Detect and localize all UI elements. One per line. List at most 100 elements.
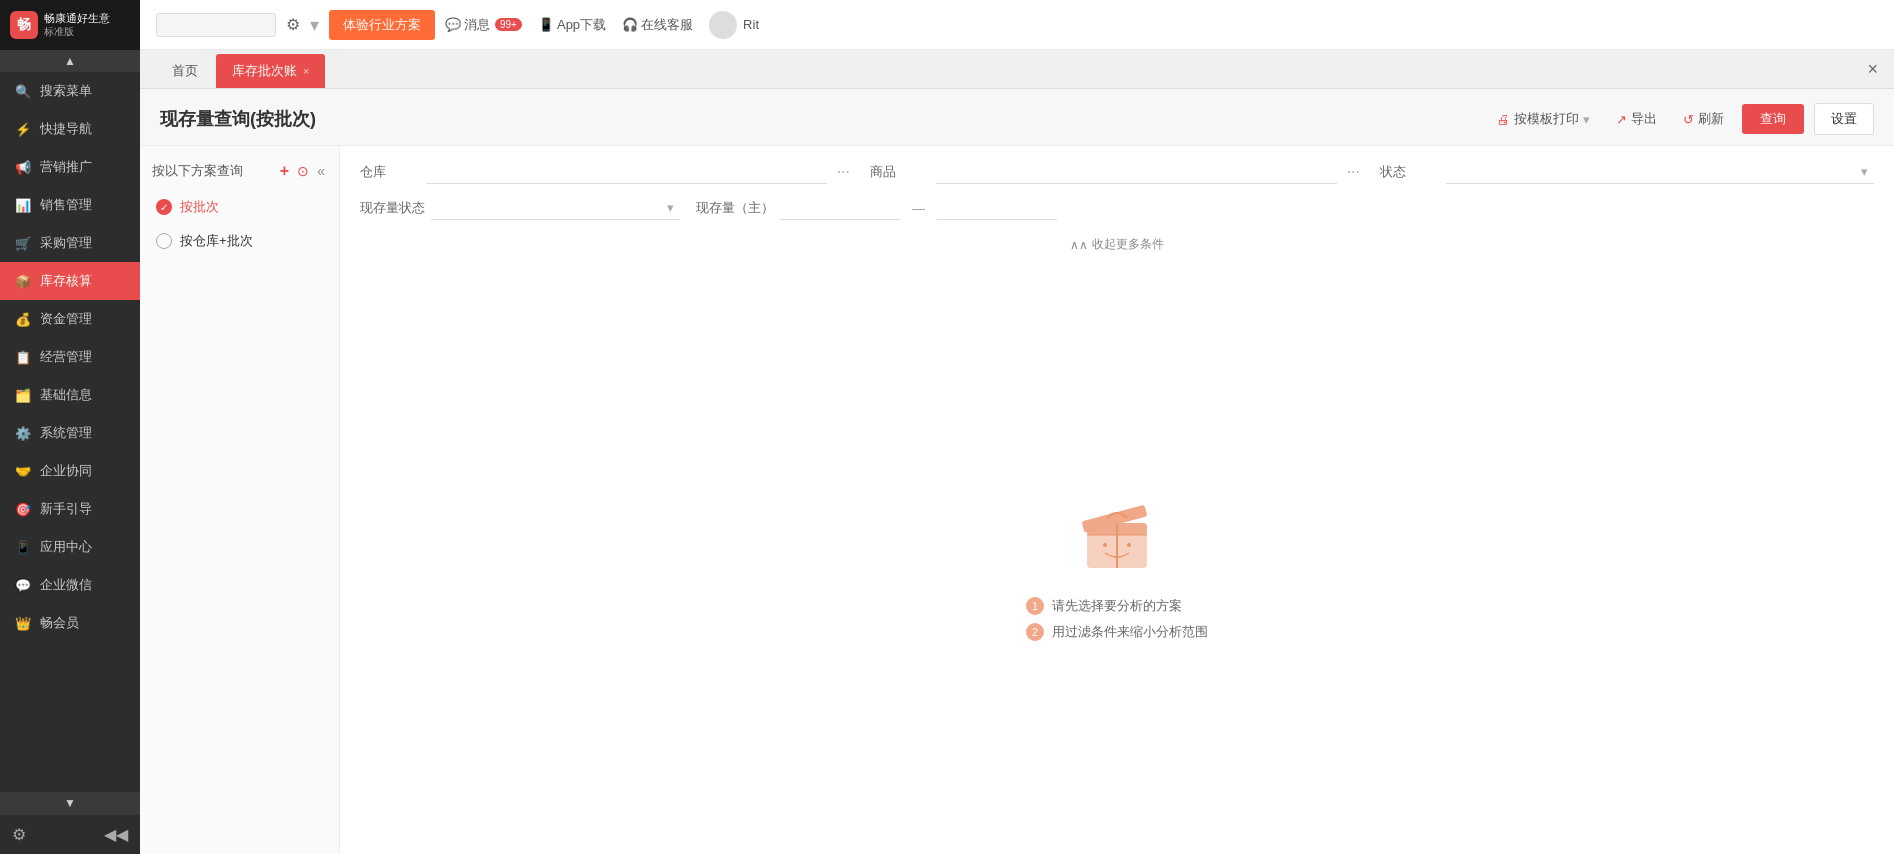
warehouse-input[interactable]	[426, 160, 827, 184]
close-tab-btn[interactable]: ×	[1867, 59, 1878, 80]
headset-icon: 🎧	[622, 17, 638, 32]
sidebar-item-purchase[interactable]: 🛒 采购管理	[0, 224, 140, 262]
print-template-btn[interactable]: 🖨 按模板打印 ▾	[1489, 106, 1598, 132]
crown-icon: 👑	[14, 614, 32, 632]
online-service-btn[interactable]: 🎧 在线客服	[622, 16, 693, 34]
sidebar-item-label: 新手引导	[40, 500, 92, 518]
stock-qty-max-input[interactable]	[937, 196, 1057, 220]
scheme-label-by-warehouse-batch: 按仓库+批次	[180, 232, 253, 250]
add-scheme-btn[interactable]: +	[278, 160, 291, 182]
collapse-filter-btn[interactable]: ∧∧ 收起更多条件	[360, 232, 1874, 257]
sidebar-item-sales[interactable]: 📊 销售管理	[0, 186, 140, 224]
stock-qty-min-input[interactable]	[780, 196, 900, 220]
inactive-scheme-dot	[156, 233, 172, 249]
tip-text-2: 用过滤条件来缩小分析范围	[1052, 623, 1208, 641]
username-label: Rit	[743, 17, 759, 32]
status-label: 状态	[1380, 163, 1440, 181]
search-input[interactable]	[156, 13, 276, 37]
collapse-left-panel-btn[interactable]: «	[315, 160, 327, 182]
topbar: ⚙ ▾ 体验行业方案 💬 消息 99+ 📱 App下载 🎧 在线客服 Rit	[140, 0, 1894, 50]
warehouse-more-btn[interactable]: ···	[833, 163, 854, 181]
product-input[interactable]	[936, 160, 1337, 184]
sidebar-item-basics[interactable]: 🗂️ 基础信息	[0, 376, 140, 414]
sidebar-item-wechat[interactable]: 💬 企业微信	[0, 566, 140, 604]
app-download-btn[interactable]: 📱 App下载	[538, 16, 606, 34]
wechat-icon: 💬	[14, 576, 32, 594]
right-panel: 仓库 ··· 商品 ··· 状态	[340, 146, 1894, 854]
app-logo: 畅	[10, 11, 38, 39]
avatar	[709, 11, 737, 39]
sidebar-item-label: 搜索菜单	[40, 82, 92, 100]
export-btn[interactable]: ↗ 导出	[1608, 106, 1665, 132]
gear-icon-btn[interactable]: ⚙	[286, 15, 300, 34]
tab-inventory-batch[interactable]: 库存批次账 ×	[216, 54, 325, 88]
speaker-icon: 📢	[14, 158, 32, 176]
sidebar-item-search[interactable]: 🔍 搜索菜单	[0, 72, 140, 110]
trial-btn[interactable]: 体验行业方案	[329, 10, 435, 40]
tab-inventory-batch-label: 库存批次账	[232, 62, 297, 80]
tip-num-2: 2	[1026, 623, 1044, 641]
sidebar-scroll-up[interactable]: ▲	[0, 50, 140, 72]
sidebar-item-enterprise[interactable]: 🤝 企业协同	[0, 452, 140, 490]
stock-status-select[interactable]: ▾	[431, 196, 680, 220]
money-icon: 💰	[14, 310, 32, 328]
left-panel: 按以下方案查询 + ⊙ « ✓ 按批次 按仓库+批次	[140, 146, 340, 854]
content-body: 按以下方案查询 + ⊙ « ✓ 按批次 按仓库+批次	[140, 146, 1894, 854]
sidebar-scroll-down[interactable]: ▼	[0, 792, 140, 814]
refresh-btn[interactable]: ↺ 刷新	[1675, 106, 1732, 132]
dropdown-arrow-btn[interactable]: ▾	[310, 14, 319, 36]
settings-icon-btn[interactable]: ⚙	[10, 823, 28, 846]
sidebar-item-label: 企业协同	[40, 462, 92, 480]
collapse-arrows-icon: ∧∧	[1070, 238, 1088, 252]
sidebar-item-operations[interactable]: 📋 经营管理	[0, 338, 140, 376]
mobile-icon: 📱	[14, 538, 32, 556]
scheme-settings-btn[interactable]: ⊙	[295, 160, 311, 182]
refresh-label: 刷新	[1698, 110, 1724, 128]
main-area: ⚙ ▾ 体验行业方案 💬 消息 99+ 📱 App下载 🎧 在线客服 Rit	[140, 0, 1894, 854]
stock-qty-label: 现存量（主）	[696, 199, 774, 217]
sidebar-item-label: 应用中心	[40, 538, 92, 556]
sidebar-item-appstore[interactable]: 📱 应用中心	[0, 528, 140, 566]
sidebar-item-label: 资金管理	[40, 310, 92, 328]
handshake-icon: 🤝	[14, 462, 32, 480]
app-edition: 标准版	[44, 25, 110, 39]
warehouse-filter: 仓库 ···	[360, 160, 854, 184]
app-download-label: App下载	[557, 16, 606, 34]
status-select[interactable]: ▾	[1446, 160, 1874, 184]
status-filter: 状态 ▾	[1380, 160, 1874, 184]
sidebar-item-newbie[interactable]: 🎯 新手引导	[0, 490, 140, 528]
sidebar-item-label: 销售管理	[40, 196, 92, 214]
empty-illustration	[1067, 483, 1167, 583]
tab-close-icon[interactable]: ×	[303, 65, 309, 77]
sidebar-item-label: 营销推广	[40, 158, 92, 176]
sidebar-item-finance[interactable]: 💰 资金管理	[0, 300, 140, 338]
target-icon: 🎯	[14, 500, 32, 518]
print-dropdown-arrow: ▾	[1583, 112, 1590, 127]
sidebar-header: 畅 畅康通好生意 标准版	[0, 0, 140, 50]
product-more-btn[interactable]: ···	[1343, 163, 1364, 181]
sidebar-item-label: 企业微信	[40, 576, 92, 594]
settings-btn[interactable]: 设置	[1814, 103, 1874, 135]
sidebar-item-quick[interactable]: ⚡ 快捷导航	[0, 110, 140, 148]
sidebar-item-marketing[interactable]: 📢 营销推广	[0, 148, 140, 186]
sidebar-item-label: 采购管理	[40, 234, 92, 252]
user-profile-btn[interactable]: Rit	[709, 11, 759, 39]
messages-btn[interactable]: 💬 消息 99+	[445, 16, 522, 34]
product-label: 商品	[870, 163, 930, 181]
sidebar-item-label: 经营管理	[40, 348, 92, 366]
sidebar-item-system[interactable]: ⚙️ 系统管理	[0, 414, 140, 452]
sidebar: 畅 畅康通好生意 标准版 ▲ 🔍 搜索菜单 ⚡ 快捷导航 📢 营销推广 📊 销售…	[0, 0, 140, 854]
sidebar-item-member[interactable]: 👑 畅会员	[0, 604, 140, 642]
active-scheme-dot: ✓	[156, 199, 172, 215]
sidebar-item-inventory[interactable]: 📦 库存核算	[0, 262, 140, 300]
lightning-icon: ⚡	[14, 120, 32, 138]
scheme-header-label: 按以下方案查询	[152, 162, 243, 180]
query-btn[interactable]: 查询	[1742, 104, 1804, 134]
page-header: 现存量查询(按批次) 🖨 按模板打印 ▾ ↗ 导出 ↺ 刷新 查询 设置	[140, 89, 1894, 146]
scheme-item-by-batch[interactable]: ✓ 按批次	[140, 190, 339, 224]
svg-point-6	[1127, 543, 1131, 547]
collapse-sidebar-btn[interactable]: ◀◀	[102, 823, 130, 846]
scheme-item-by-warehouse-batch[interactable]: 按仓库+批次	[140, 224, 339, 258]
tab-home[interactable]: 首页	[156, 54, 214, 88]
empty-tips: 1 请先选择要分析的方案 2 用过滤条件来缩小分析范围	[1026, 597, 1208, 641]
